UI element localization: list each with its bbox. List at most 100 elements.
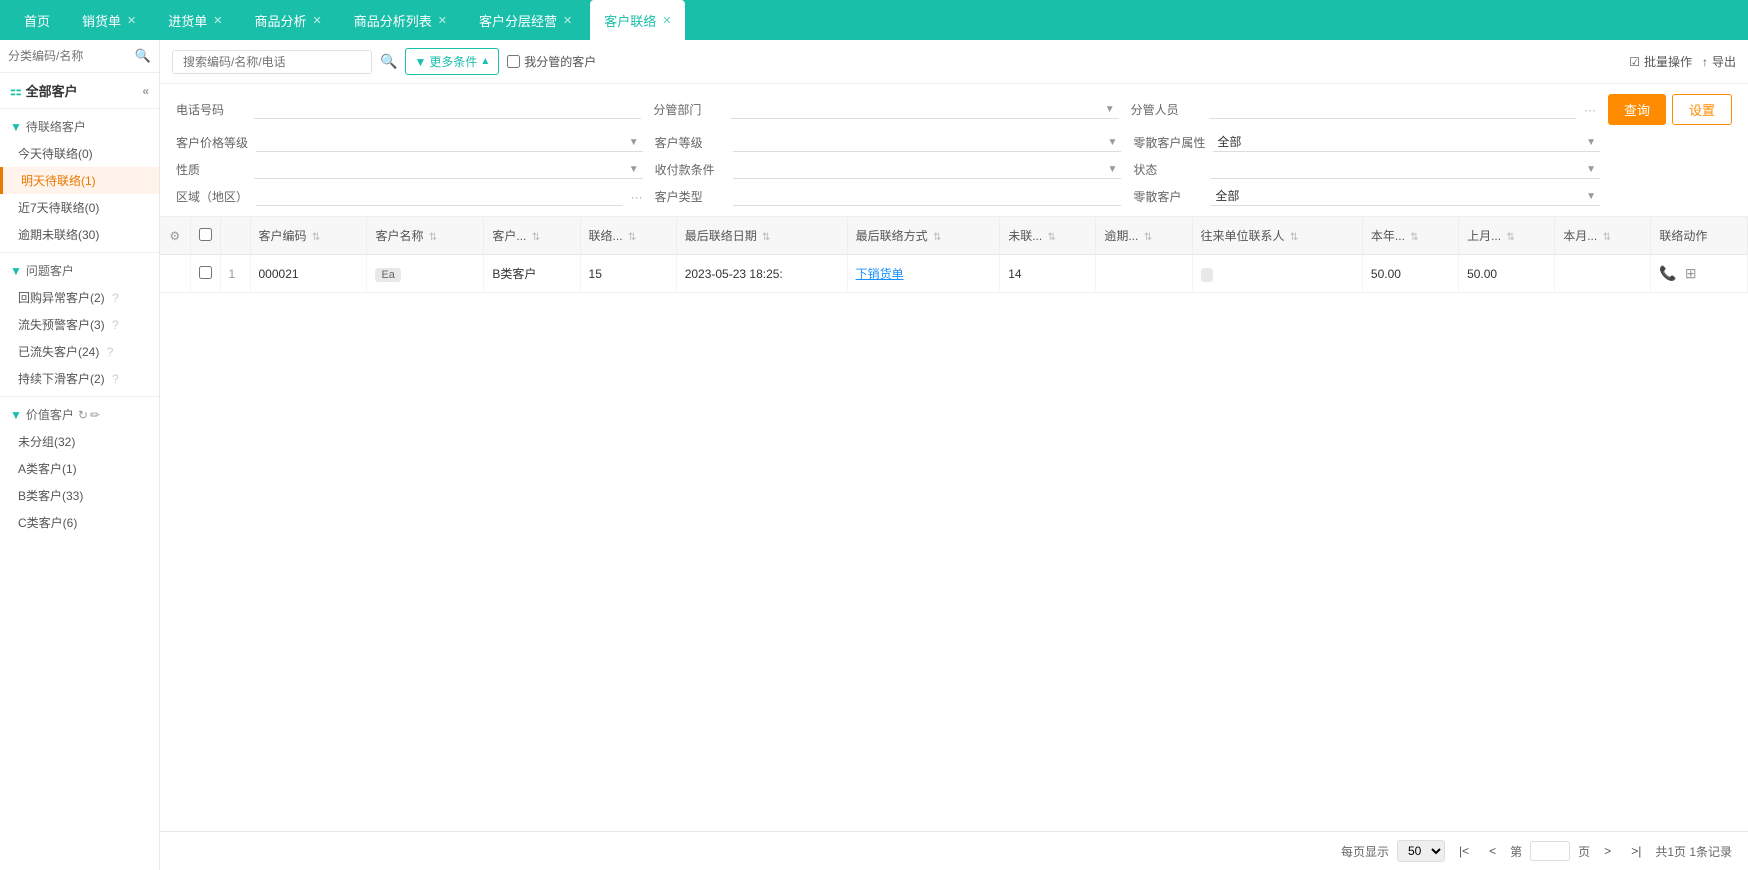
customer-value-grade-select-wrapper[interactable]: ▼ xyxy=(256,133,643,152)
manager-more-icon[interactable]: ··· xyxy=(1584,103,1596,117)
col-not-contacted[interactable]: 未联... ⇅ xyxy=(1000,217,1096,255)
collapse-icon[interactable]: « xyxy=(142,84,149,98)
sidebar-today-contact[interactable]: 今天待联络(0) xyxy=(0,140,159,167)
col-this-month[interactable]: 本月... ⇅ xyxy=(1555,217,1651,255)
gender-select[interactable] xyxy=(258,162,629,176)
sidebar-lost[interactable]: 已流失客户(24) ? xyxy=(0,338,159,365)
phone-input[interactable] xyxy=(254,100,641,119)
retail-customer-select-wrapper[interactable]: 全部 ▼ xyxy=(1211,187,1600,206)
col-settings[interactable]: ⚙ xyxy=(160,217,190,255)
my-customers-check-input[interactable] xyxy=(507,55,520,68)
retail-customer-select[interactable]: 全部 xyxy=(1215,189,1586,203)
col-name[interactable]: 客户名称 ⇅ xyxy=(367,217,484,255)
batch-ops-button[interactable]: ☑ 批量操作 xyxy=(1629,53,1692,70)
sort-year-icon: ⇅ xyxy=(1410,232,1418,243)
close-product-list-icon[interactable]: ✕ xyxy=(438,14,447,27)
status-select-wrapper[interactable]: ▼ xyxy=(1211,160,1600,179)
col-overdue[interactable]: 逾期... ⇅ xyxy=(1096,217,1192,255)
sidebar-tomorrow-contact[interactable]: 明天待联络(1) xyxy=(0,167,159,194)
sidebar-week-contact[interactable]: 近7天待联络(0) xyxy=(0,194,159,221)
sidebar-overdue-contact[interactable]: 逾期未联络(30) xyxy=(0,221,159,248)
nav-customer-contact[interactable]: 客户联络 ✕ xyxy=(590,0,685,40)
nav-home[interactable]: 首页 xyxy=(10,0,64,40)
nav-purchase[interactable]: 进货单 ✕ xyxy=(154,0,236,40)
col-contact[interactable]: 联络... ⇅ xyxy=(580,217,676,255)
grid-action-icon[interactable]: ⊞ xyxy=(1685,265,1697,282)
customer-type-select-wrapper[interactable] xyxy=(733,187,1122,206)
problem-customers-group[interactable]: ▼ 问题客户 xyxy=(0,257,159,284)
retail-attr-select[interactable]: 全部 xyxy=(1217,135,1586,149)
customer-type-select[interactable] xyxy=(737,189,1118,203)
row-name[interactable]: Ea xyxy=(367,255,484,293)
nav-product-analysis-list[interactable]: 商品分析列表 ✕ xyxy=(340,0,461,40)
department-select[interactable] xyxy=(735,102,1104,116)
row-checkbox[interactable] xyxy=(190,255,220,293)
prev-page-button[interactable]: < xyxy=(1483,842,1502,860)
settings-button[interactable]: 设置 xyxy=(1672,94,1732,125)
region-input[interactable] xyxy=(256,187,623,206)
page-size-select[interactable]: 50 xyxy=(1397,840,1445,862)
row-code[interactable]: 000021 xyxy=(250,255,367,293)
nav-product-analysis[interactable]: 商品分析 ✕ xyxy=(240,0,335,40)
page-input[interactable]: 1 xyxy=(1530,841,1570,861)
phone-action-icon[interactable]: 📞 xyxy=(1659,265,1676,282)
main-search-input[interactable] xyxy=(172,50,372,74)
filter-actions: 查询 设置 xyxy=(1608,94,1732,125)
edit-icon[interactable]: ✏ xyxy=(90,408,100,422)
question-icon: ? xyxy=(112,291,119,305)
sidebar-class-c[interactable]: C类客户(6) xyxy=(0,509,159,536)
sidebar-search-icon[interactable]: 🔍 xyxy=(135,48,151,64)
manager-input[interactable] xyxy=(1209,100,1576,119)
nav-customer-tier[interactable]: 客户分层经营 ✕ xyxy=(465,0,586,40)
col-last-contact-date[interactable]: 最后联络日期 ⇅ xyxy=(676,217,847,255)
status-select[interactable] xyxy=(1215,162,1586,176)
customer-grade-select[interactable] xyxy=(737,135,1108,149)
sidebar-ungrouped[interactable]: 未分组(32) xyxy=(0,428,159,455)
query-button[interactable]: 查询 xyxy=(1608,94,1666,125)
next-page-button[interactable]: > xyxy=(1598,842,1617,860)
close-sales-icon[interactable]: ✕ xyxy=(127,14,136,27)
customer-value-grade-select[interactable] xyxy=(260,135,629,149)
payment-select-wrapper[interactable]: ▼ xyxy=(733,160,1122,179)
close-customer-contact-icon[interactable]: ✕ xyxy=(662,14,671,27)
export-button[interactable]: ↑ 导出 xyxy=(1702,53,1736,70)
sidebar-class-a[interactable]: A类客户(1) xyxy=(0,455,159,482)
sidebar-search-input[interactable] xyxy=(8,49,131,63)
sidebar-all-customers[interactable]: ⚏ 全部客户 « xyxy=(0,73,159,104)
sidebar-repurchase-abnormal[interactable]: 回购异常客户(2) ? xyxy=(0,284,159,311)
col-code[interactable]: 客户编码 ⇅ xyxy=(250,217,367,255)
region-more-icon[interactable]: ··· xyxy=(631,190,643,204)
pending-contact-group[interactable]: ▼ 待联络客户 xyxy=(0,113,159,140)
close-purchase-icon[interactable]: ✕ xyxy=(213,14,222,27)
sidebar-continuous-decline[interactable]: 持续下滑客户(2) ? xyxy=(0,365,159,392)
sidebar-loss-risk[interactable]: 流失预警客户(3) ? xyxy=(0,311,159,338)
refresh-icon[interactable]: ↻ xyxy=(78,408,88,422)
close-product-analysis-icon[interactable]: ✕ xyxy=(313,14,322,27)
sort-thismonth-icon: ⇅ xyxy=(1603,232,1611,243)
my-customers-checkbox[interactable]: 我分管的客户 xyxy=(507,53,596,70)
divider3 xyxy=(0,396,159,397)
col-customer-type[interactable]: 客户... ⇅ xyxy=(484,217,580,255)
main-search-button[interactable]: 🔍 xyxy=(380,53,397,70)
col-last-contact-method[interactable]: 最后联络方式 ⇅ xyxy=(847,217,1000,255)
close-customer-tier-icon[interactable]: ✕ xyxy=(563,14,572,27)
department-select-wrapper[interactable]: ▼ xyxy=(731,100,1118,119)
col-unit-contact[interactable]: 往来单位联系人 ⇅ xyxy=(1192,217,1362,255)
gender-select-wrapper[interactable]: ▼ xyxy=(254,160,643,179)
select-all-checkbox[interactable] xyxy=(199,228,212,241)
col-this-year[interactable]: 本年... ⇅ xyxy=(1362,217,1458,255)
last-page-button[interactable]: >| xyxy=(1625,842,1647,860)
row-checkbox-input[interactable] xyxy=(199,266,212,279)
more-conditions-button[interactable]: ▼ 更多条件 ▲ xyxy=(405,48,499,75)
retail-attr-select-wrapper[interactable]: 全部 ▼ xyxy=(1213,133,1600,152)
value-customers-group[interactable]: ▼ 价值客户 ↻ ✏ xyxy=(0,401,159,428)
nav-sales[interactable]: 销货单 ✕ xyxy=(68,0,150,40)
sidebar-class-b[interactable]: B类客户(33) xyxy=(0,482,159,509)
row-last-contact-method[interactable]: 下销货单 xyxy=(847,255,1000,293)
data-table-area: ⚙ 客户编码 ⇅ 客户名称 ⇅ 客户... ⇅ xyxy=(160,217,1748,831)
customer-grade-select-wrapper[interactable]: ▼ xyxy=(733,133,1122,152)
first-page-button[interactable]: |< xyxy=(1453,842,1475,860)
col-last-month[interactable]: 上月... ⇅ xyxy=(1459,217,1555,255)
col-checkbox[interactable] xyxy=(190,217,220,255)
payment-select[interactable] xyxy=(737,162,1108,176)
